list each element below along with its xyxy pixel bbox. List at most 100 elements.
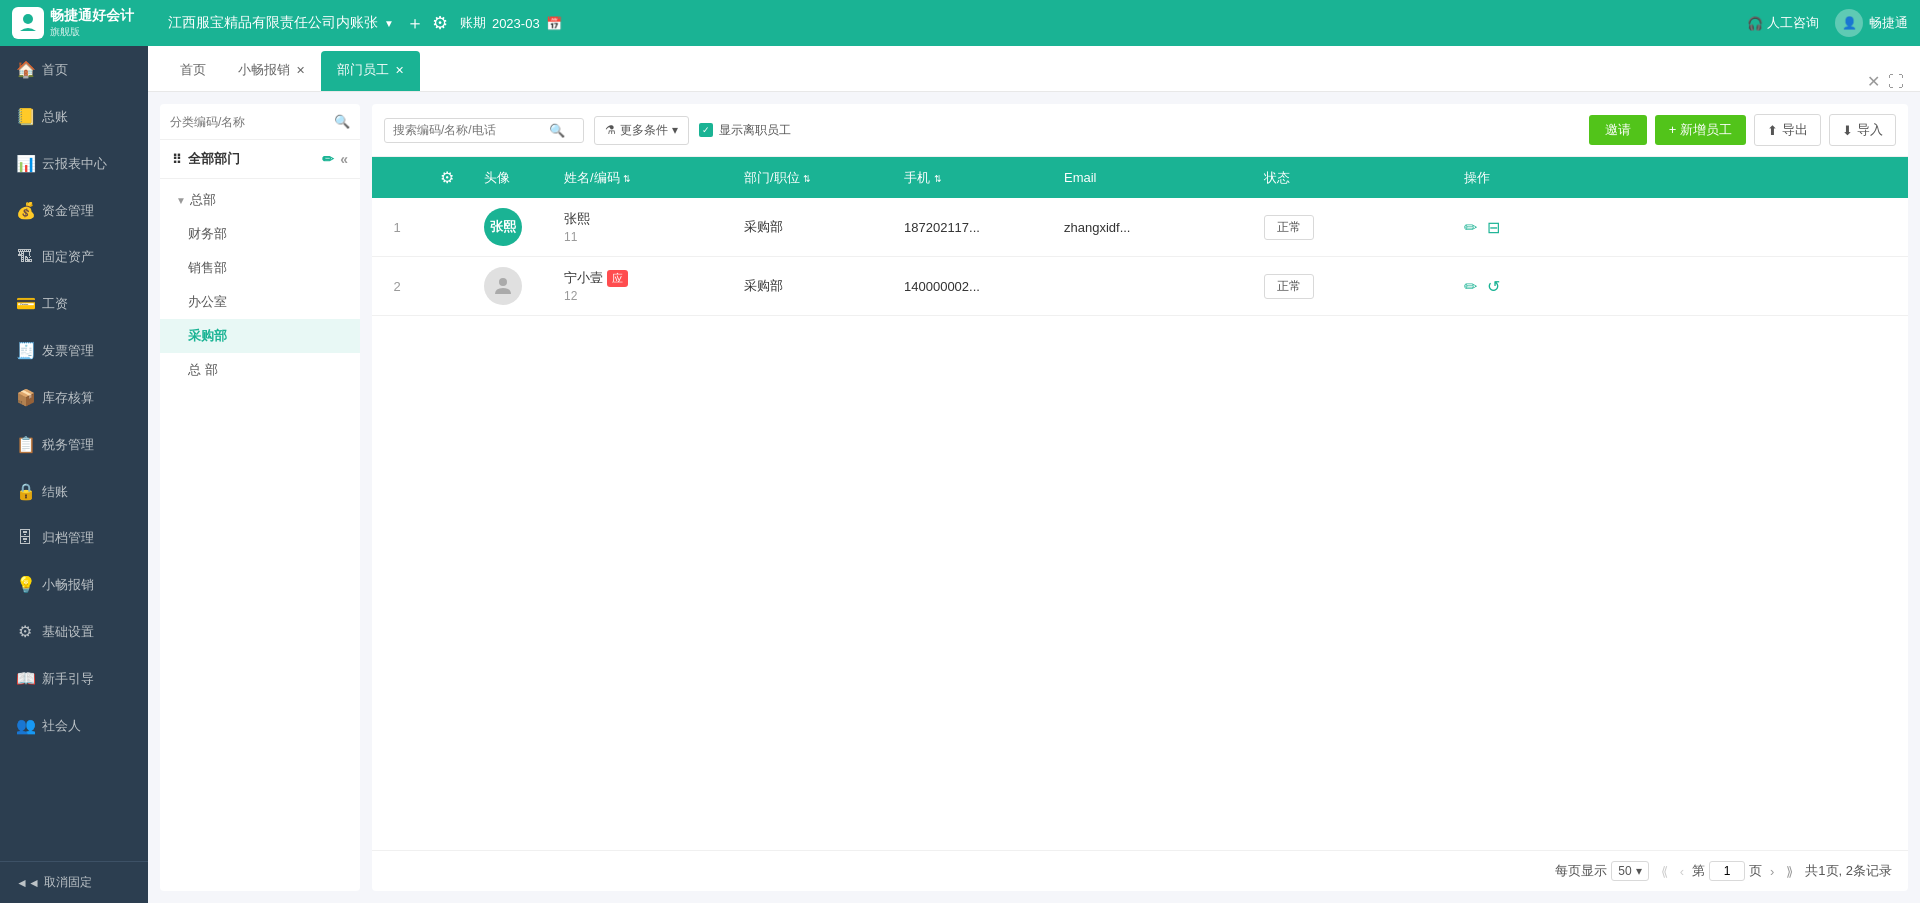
service-label: 人工咨询	[1767, 14, 1819, 32]
dept-sort-icon[interactable]: ⇅	[803, 174, 811, 184]
search-icon[interactable]: 🔍	[549, 123, 565, 138]
cancel-fixed-button[interactable]: ◄◄ 取消固定	[0, 862, 148, 903]
employee-table-container: ⚙ 头像 姓名/编码 ⇅ 部门/职位 ⇅	[372, 157, 1908, 850]
status-badge: 正常	[1264, 215, 1314, 240]
user-avatar: 👤	[1835, 9, 1863, 37]
import-button[interactable]: ⬇ 导入	[1829, 114, 1896, 146]
dept-item-office[interactable]: 办公室	[160, 285, 360, 319]
user-area[interactable]: 👤 畅捷通	[1835, 9, 1908, 37]
export-button[interactable]: ⬆ 导出	[1754, 114, 1821, 146]
dept-item-hq2[interactable]: 总 部	[160, 353, 360, 387]
sidebar-item-tax[interactable]: 📋 税务管理	[0, 421, 148, 468]
edit-employee-button[interactable]: ✏	[1464, 277, 1477, 296]
dept-item-hq-parent[interactable]: ▼ 总部	[160, 183, 360, 217]
dept-item-purchase[interactable]: 采购部	[160, 319, 360, 353]
company-selector[interactable]: 江西服宝精品有限责任公司内账张 ▼	[168, 14, 394, 32]
dept-item-sales[interactable]: 销售部	[160, 251, 360, 285]
sidebar-label-archive: 归档管理	[42, 529, 94, 547]
company-dropdown-arrow: ▼	[384, 18, 394, 29]
col-status: 状态	[1252, 157, 1452, 198]
dept-search-icon[interactable]: 🔍	[334, 114, 350, 129]
archive-icon: 🗄	[16, 529, 34, 547]
more-employee-button[interactable]: ↺	[1487, 277, 1500, 296]
header-right: 🎧 人工咨询 👤 畅捷通	[1747, 9, 1908, 37]
avatar: 张熙	[484, 208, 522, 246]
sidebar-item-invoice[interactable]: 🧾 发票管理	[0, 327, 148, 374]
period-value[interactable]: 2023-03	[492, 16, 540, 31]
logo-icon	[12, 7, 44, 39]
cell-avatar: 张熙	[472, 198, 552, 257]
collapse-dept-icon[interactable]: «	[340, 151, 348, 167]
cell-actions: ✏↺	[1452, 257, 1908, 316]
tab-expense-close[interactable]: ✕	[296, 64, 305, 77]
top-header: 畅捷通好会计 旗舰版 江西服宝精品有限责任公司内账张 ▼ ＋ ⚙ 账期 2023…	[0, 0, 1920, 46]
edit-employee-button[interactable]: ✏	[1464, 218, 1477, 237]
col-dept[interactable]: 部门/职位 ⇅	[732, 157, 892, 198]
last-page-button[interactable]: ⟫	[1782, 862, 1797, 881]
sidebar-label-tax: 税务管理	[42, 436, 94, 454]
add-button[interactable]: ＋	[406, 11, 424, 35]
maximize-window-button[interactable]: ⛶	[1888, 73, 1904, 91]
sidebar-item-reports[interactable]: 📊 云报表中心	[0, 140, 148, 187]
sidebar-item-expense[interactable]: 💡 小畅报销	[0, 561, 148, 608]
filter-arrow-icon: ▾	[672, 123, 678, 137]
employee-toolbar: 🔍 ⚗ 更多条件 ▾ ✓ 显示离职员工 邀请 + 新增员工	[372, 104, 1908, 157]
page-size-dropdown[interactable]: 50 ▾	[1611, 861, 1648, 881]
sidebar-item-close[interactable]: 🔒 结账	[0, 468, 148, 515]
all-depts-label[interactable]: 全部部门	[188, 150, 240, 168]
sidebar-item-payroll[interactable]: 💳 工资	[0, 280, 148, 327]
company-name: 江西服宝精品有限责任公司内账张	[168, 14, 378, 32]
name-sort-icon[interactable]: ⇅	[623, 174, 631, 184]
service-button[interactable]: 🎧 人工咨询	[1747, 14, 1819, 32]
sidebar-item-inventory[interactable]: 📦 库存核算	[0, 374, 148, 421]
filter-button[interactable]: ⚗ 更多条件 ▾	[594, 116, 689, 145]
action-buttons: ✏↺	[1464, 277, 1896, 296]
phone-sort-icon[interactable]: ⇅	[934, 174, 942, 184]
sidebar-item-guide[interactable]: 📖 新手引导	[0, 655, 148, 702]
first-page-button[interactable]: ⟪	[1657, 862, 1672, 881]
expand-hq-icon: ▼	[176, 195, 186, 206]
status-badge: 正常	[1264, 274, 1314, 299]
sidebar-item-archive[interactable]: 🗄 归档管理	[0, 515, 148, 561]
show-resigned-toggle[interactable]: ✓ 显示离职员工	[699, 122, 791, 139]
close-window-button[interactable]: ✕	[1867, 72, 1880, 91]
col-settings-icon[interactable]: ⚙	[440, 169, 454, 186]
col-settings[interactable]: ⚙	[422, 157, 472, 198]
sidebar-item-assets[interactable]: 🏗 固定资产	[0, 234, 148, 280]
calendar-icon[interactable]: 📅	[546, 16, 562, 31]
settings-button[interactable]: ⚙	[432, 12, 448, 34]
sidebar-item-funds[interactable]: 💰 资金管理	[0, 187, 148, 234]
tab-expense[interactable]: 小畅报销 ✕	[222, 51, 321, 91]
dept-header: ⠿ 全部部门 ✏ «	[160, 140, 360, 179]
next-page-button[interactable]: ›	[1766, 862, 1778, 881]
employee-panel: 🔍 ⚗ 更多条件 ▾ ✓ 显示离职员工 邀请 + 新增员工	[372, 104, 1908, 891]
more-employee-button[interactable]: ⊟	[1487, 218, 1500, 237]
tab-dept-close[interactable]: ✕	[395, 64, 404, 77]
content-area: 首页 小畅报销 ✕ 部门员工 ✕ ✕ ⛶ 🔍	[148, 46, 1920, 903]
employee-search-input[interactable]	[393, 123, 543, 137]
main-layout: 🏠 首页 📒 总账 📊 云报表中心 💰 资金管理 🏗 固定资产 💳 工资 🧾 发…	[0, 46, 1920, 903]
sidebar-label-reports: 云报表中心	[42, 155, 107, 173]
sidebar-item-settings[interactable]: ⚙ 基础设置	[0, 608, 148, 655]
show-resigned-checkbox[interactable]: ✓	[699, 123, 713, 137]
period-label: 账期	[460, 14, 486, 32]
cell-actions: ✏⊟	[1452, 198, 1908, 257]
sidebar-label-expense: 小畅报销	[42, 576, 94, 594]
dept-item-finance[interactable]: 财务部	[160, 217, 360, 251]
partners-icon: 👥	[16, 716, 34, 735]
headset-icon: 🎧	[1747, 16, 1763, 31]
sidebar-item-home[interactable]: 🏠 首页	[0, 46, 148, 93]
tab-dept[interactable]: 部门员工 ✕	[321, 51, 420, 91]
prev-page-button[interactable]: ‹	[1676, 862, 1688, 881]
col-name[interactable]: 姓名/编码 ⇅	[552, 157, 732, 198]
invite-button[interactable]: 邀请	[1589, 115, 1647, 145]
sidebar-item-partners[interactable]: 👥 社会人	[0, 702, 148, 749]
add-employee-button[interactable]: + 新增员工	[1655, 115, 1746, 145]
page-number-input[interactable]	[1709, 861, 1745, 881]
col-phone[interactable]: 手机 ⇅	[892, 157, 1052, 198]
tab-home[interactable]: 首页	[164, 51, 222, 91]
sidebar-label-assets: 固定资产	[42, 248, 94, 266]
sidebar-item-ledger[interactable]: 📒 总账	[0, 93, 148, 140]
edit-dept-icon[interactable]: ✏	[322, 151, 334, 167]
dept-search-input[interactable]	[170, 115, 328, 129]
